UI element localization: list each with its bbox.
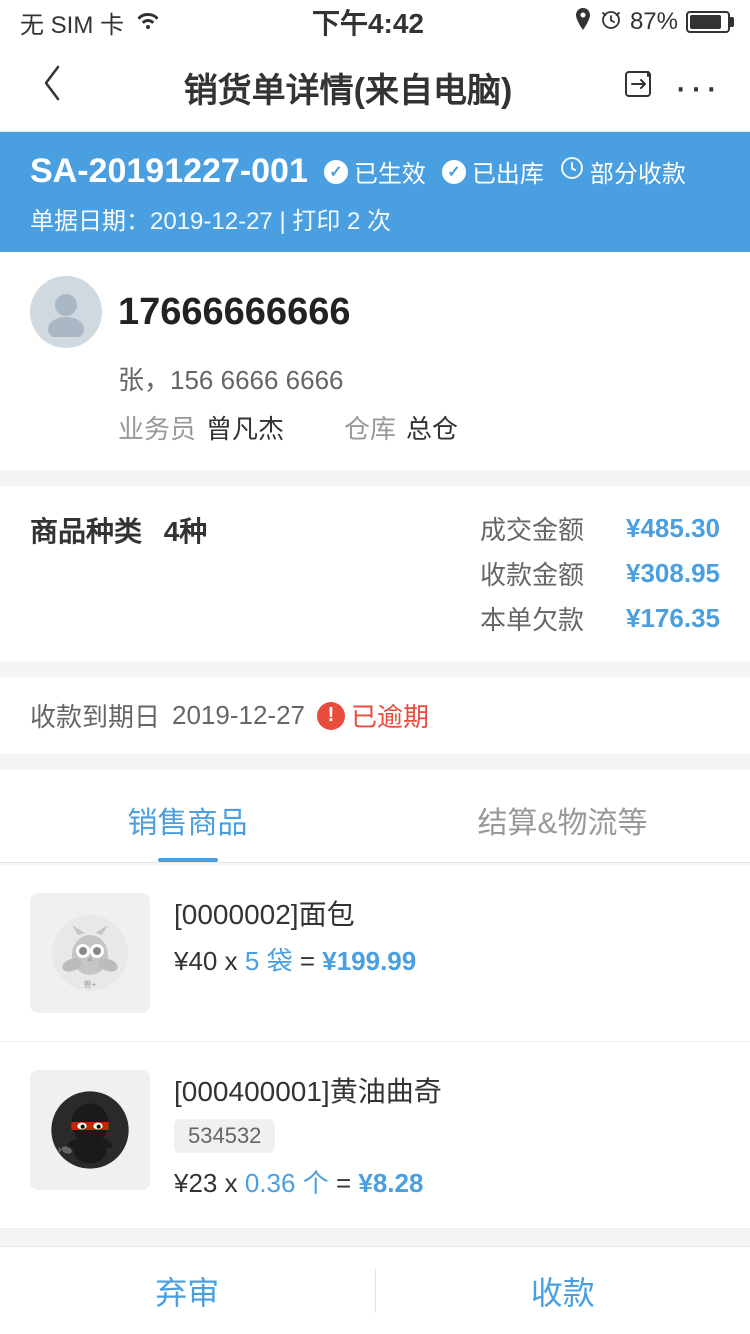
product-total-1: ¥199.99 xyxy=(322,946,416,976)
amount-label: 成交金额 xyxy=(480,510,584,547)
more-icon[interactable]: ··· xyxy=(674,65,720,110)
overdue-text: 已逾期 xyxy=(351,697,429,734)
warehouse-value: 总仓 xyxy=(406,409,458,446)
abandon-button[interactable]: 弃审 xyxy=(0,1248,375,1334)
svg-text:兽+: 兽+ xyxy=(84,979,97,989)
product-types-label: 商品种类 xyxy=(30,516,142,547)
received-label: 收款金额 xyxy=(480,555,584,592)
amount-row: 成交金额 ¥485.30 xyxy=(480,510,720,547)
product-total-2: ¥8.28 xyxy=(358,1168,423,1198)
customer-name: 17666666666 xyxy=(118,291,350,334)
clock-icon xyxy=(560,156,584,187)
status-badge-shipped: ✓ 已出库 xyxy=(442,154,544,189)
product-info-1: [0000002]面包 ¥40 x 5 袋 = ¥199.99 xyxy=(174,893,720,978)
financial-stats: 成交金额 ¥485.30 收款金额 ¥308.95 本单欠款 ¥176.35 xyxy=(480,510,720,637)
battery-icon xyxy=(686,11,730,33)
warehouse-label: 仓库 xyxy=(344,409,396,446)
status-left: 无 SIM 卡 xyxy=(20,5,162,40)
sales-label: 业务员 xyxy=(118,409,196,446)
overdue-dot-icon: ! xyxy=(317,702,345,730)
received-row: 收款金额 ¥308.95 xyxy=(480,555,720,592)
product-tag-2: 534532 xyxy=(174,1119,275,1153)
received-value: ¥308.95 xyxy=(600,558,720,589)
back-button[interactable] xyxy=(30,53,74,122)
product-price-2: ¥23 x 0.36 个 = ¥8.28 xyxy=(174,1163,720,1200)
product-thumb-2 xyxy=(30,1070,150,1190)
tab-products[interactable]: 销售商品 xyxy=(0,770,375,862)
due-date-value: 2019-12-27 xyxy=(172,700,305,731)
product-name-1: [0000002]面包 xyxy=(174,893,720,933)
nav-bar: 销货单详情(来自电脑) ··· xyxy=(0,44,750,132)
product-item: 兽+ [0000002]面包 ¥40 x 5 袋 = ¥199.99 xyxy=(0,865,750,1042)
product-item-2: [000400001]黄油曲奇 534532 ¥23 x 0.36 个 = ¥8… xyxy=(0,1042,750,1229)
customer-section: 17666666666 张，156 6666 6666 业务员 曾凡杰 仓库 总… xyxy=(0,252,750,470)
customer-top: 17666666666 xyxy=(30,276,720,348)
due-date-section: 收款到期日 2019-12-27 ! 已逾期 xyxy=(0,677,750,754)
due-label: 本单欠款 xyxy=(480,600,584,637)
product-thumb-1: 兽+ xyxy=(30,893,150,1013)
due-value: ¥176.35 xyxy=(600,603,720,634)
tabs-section: 销售商品 结算&物流等 xyxy=(0,770,750,863)
warehouse-info: 仓库 总仓 xyxy=(344,409,458,446)
overdue-badge: ! 已逾期 xyxy=(317,697,429,734)
avatar xyxy=(30,276,102,348)
check-icon-2: ✓ xyxy=(442,160,466,184)
nav-actions: ··· xyxy=(622,65,720,110)
page-title: 销货单详情(来自电脑) xyxy=(74,63,622,112)
amount-value: ¥485.30 xyxy=(600,513,720,544)
alarm-icon xyxy=(600,8,622,37)
product-name-2: [000400001]黄油曲奇 xyxy=(174,1070,720,1110)
wifi-icon xyxy=(134,8,162,36)
status-badge-effective: ✓ 已生效 xyxy=(324,154,426,189)
product-qty-2: 0.36 xyxy=(245,1168,296,1198)
order-id: SA-20191227-001 xyxy=(30,152,308,191)
due-row: 本单欠款 ¥176.35 xyxy=(480,600,720,637)
sales-value: 曾凡杰 xyxy=(206,409,284,446)
product-qty-1: 5 xyxy=(245,946,259,976)
carrier-text: 无 SIM 卡 xyxy=(20,5,124,40)
payment-button[interactable]: 收款 xyxy=(376,1248,750,1334)
header-date-info: 单据日期：2019-12-27 | 打印 2 次 xyxy=(30,201,720,236)
location-icon xyxy=(574,8,592,37)
products-section: 兽+ [0000002]面包 ¥40 x 5 袋 = ¥199.99 xyxy=(0,865,750,1229)
product-price-1: ¥40 x 5 袋 = ¥199.99 xyxy=(174,941,720,978)
status-time: 下午4:42 xyxy=(312,2,424,42)
check-icon-1: ✓ xyxy=(324,160,348,184)
product-info-2: [000400001]黄油曲奇 534532 ¥23 x 0.36 个 = ¥8… xyxy=(174,1070,720,1200)
bottom-bar: 弃审 收款 xyxy=(0,1246,750,1334)
status-text-3: 部分收款 xyxy=(590,154,686,189)
product-types: 商品种类 4种 xyxy=(30,510,207,550)
header-banner: SA-20191227-001 ✓ 已生效 ✓ 已出库 部分收款 单据日期：20… xyxy=(0,132,750,252)
due-date-label: 收款到期日 xyxy=(30,697,160,734)
tab-settlement[interactable]: 结算&物流等 xyxy=(375,770,750,862)
stats-section: 商品种类 4种 成交金额 ¥485.30 收款金额 ¥308.95 本单欠款 ¥… xyxy=(0,486,750,661)
customer-detail: 张，156 6666 6666 xyxy=(30,360,720,397)
status-right: 87% xyxy=(574,8,730,37)
customer-meta: 业务员 曾凡杰 仓库 总仓 xyxy=(30,409,720,446)
sales-info: 业务员 曾凡杰 xyxy=(118,409,284,446)
status-text-1: 已生效 xyxy=(354,154,426,189)
product-types-value: 4种 xyxy=(164,516,208,547)
status-bar: 无 SIM 卡 下午4:42 87% xyxy=(0,0,750,44)
battery-text: 87% xyxy=(630,8,678,36)
status-text-2: 已出库 xyxy=(472,154,544,189)
status-badge-partial: 部分收款 xyxy=(560,154,686,189)
share-icon[interactable] xyxy=(622,68,654,108)
